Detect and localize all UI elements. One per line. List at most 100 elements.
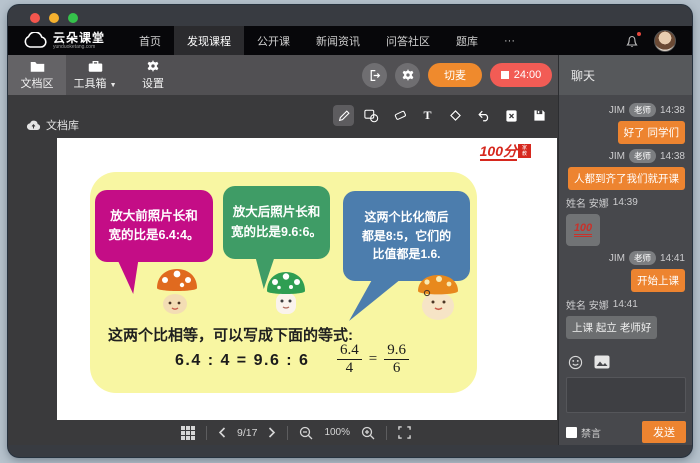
fullscreen-button[interactable] (398, 426, 411, 439)
zoom-in-button[interactable] (361, 426, 375, 440)
nav-item-question-bank[interactable]: 题库 (443, 26, 491, 55)
app-window: 云朵课堂 yunduoketang.com 首页 发现课程 公开课 新闻资讯 问… (8, 5, 692, 457)
exit-icon (368, 69, 381, 82)
pen-tool-button[interactable] (333, 105, 354, 126)
nav-item-news[interactable]: 新闻资讯 (303, 26, 373, 55)
slide-fraction-equation: 6.44 = 9.66 (337, 342, 409, 378)
tab-toolbox[interactable]: 工具箱 ▼ (66, 55, 124, 95)
sender-name: JIM (609, 151, 625, 162)
chat-message: JIM 老师 14:38 好了 同学们 (566, 103, 685, 144)
chat-header: 聊天 (559, 55, 692, 95)
chevron-down-icon: ▼ (110, 82, 117, 89)
zoom-level: 100% (324, 427, 350, 438)
clear-board-button[interactable] (501, 105, 522, 126)
chat-message: 姓名 安娜 14:41 上课 起立 老师好 (566, 297, 685, 339)
message-time: 14:41 (660, 253, 685, 264)
teacher-badge: 老师 (629, 149, 656, 163)
sender-name: 姓名 安娜 (566, 297, 609, 312)
slide-pager-bar: 9/17 100% (8, 420, 558, 445)
text-tool-button[interactable]: T (417, 105, 438, 126)
next-page-button[interactable] (268, 427, 276, 438)
undo-icon (477, 109, 491, 122)
maximize-window-button[interactable] (68, 13, 78, 23)
user-avatar[interactable] (654, 30, 676, 52)
send-button[interactable]: 发送 (642, 421, 686, 443)
message-bubble: 上课 起立 老师好 (566, 316, 657, 339)
nav-item-discover-courses[interactable]: 发现课程 (174, 26, 244, 55)
settings-button[interactable] (395, 63, 420, 88)
chevron-left-icon (218, 427, 226, 438)
tab-document-area[interactable]: 文档区 (8, 55, 66, 95)
shapes-tool-button[interactable] (361, 105, 382, 126)
chat-tools (568, 355, 610, 375)
gear-icon (146, 59, 160, 73)
document-library-button[interactable]: 文档库 (26, 117, 79, 133)
save-board-button[interactable] (529, 105, 550, 126)
nav-menu: 首页 发现课程 公开课 新闻资讯 问答社区 题库 ··· (126, 26, 528, 55)
message-time: 14:38 (660, 151, 685, 162)
tab-settings-label: 设置 (142, 75, 164, 91)
nav-item-open-classes[interactable]: 公开课 (244, 26, 303, 55)
brand-name: 云朵课堂 (53, 32, 105, 44)
slide-equation: 6.4 : 4 = 9.6 : 6 (175, 352, 309, 370)
hundred-points-sticker: 100 (574, 223, 592, 237)
slide-brand-badge: 家教 (518, 144, 531, 158)
notifications-bell-icon[interactable] (624, 33, 640, 49)
fullscreen-icon (398, 426, 411, 439)
image-icon (594, 355, 610, 369)
nav-item-more[interactable]: ··· (491, 26, 528, 55)
chevron-right-icon (268, 427, 276, 438)
send-image-button[interactable] (594, 355, 610, 375)
message-bubble: 人都到齐了我们就开课 (568, 167, 685, 190)
exit-classroom-button[interactable] (362, 63, 387, 88)
minimize-window-button[interactable] (49, 13, 59, 23)
message-bubble: 开始上课 (631, 269, 685, 292)
mute-label: 禁言 (581, 425, 601, 440)
class-timer-button[interactable]: 24:00 (490, 63, 552, 87)
shapes-icon (364, 109, 379, 123)
previous-page-button[interactable] (218, 427, 226, 438)
notification-dot (637, 32, 641, 36)
close-window-button[interactable] (30, 13, 40, 23)
zoom-in-icon (361, 426, 375, 440)
teacher-badge: 老师 (629, 103, 656, 117)
undo-button[interactable] (473, 105, 494, 126)
nav-item-home[interactable]: 首页 (126, 26, 174, 55)
speech-bubble-after: 放大后照片长和 宽的比是9.6:6。 (223, 186, 330, 259)
chat-message: JIM 老师 14:41 开始上课 (566, 251, 685, 292)
slide-brand-logo: 100分 家教 (480, 144, 531, 161)
timer-value: 24:00 (514, 69, 542, 81)
briefcase-icon (88, 60, 103, 73)
zoom-out-button[interactable] (299, 426, 313, 440)
sticker-bubble: 100 (566, 214, 600, 246)
nav-item-qa-community[interactable]: 问答社区 (373, 26, 443, 55)
tab-toolbox-label: 工具箱 ▼ (74, 75, 117, 91)
emoji-button[interactable] (568, 355, 583, 375)
chat-message: JIM 老师 14:38 人都到齐了我们就开课 (566, 149, 685, 190)
switch-mic-button[interactable]: 切麦 (428, 63, 482, 87)
top-navbar: 云朵课堂 yunduoketang.com 首页 发现课程 公开课 新闻资讯 问… (8, 26, 692, 55)
mute-all-checkbox[interactable]: 禁言 (566, 425, 601, 440)
speech-bubble-ratio: 这两个比化简后 都是8:5，它们的 比值都是1.6. (343, 191, 470, 281)
message-time: 14:41 (613, 299, 638, 310)
smiley-icon (568, 355, 583, 370)
tab-settings[interactable]: 设置 (124, 55, 182, 95)
laser-tool-button[interactable] (445, 105, 466, 126)
titlebar (8, 5, 692, 26)
slide-canvas[interactable]: 100分 家教 放大前照片长和 宽的比是6.4:4。 放大后照片长和 宽的比是9… (57, 138, 557, 420)
brand-logo[interactable]: 云朵课堂 yunduoketang.com (8, 32, 126, 50)
slide-caption: 这两个比相等，可以写成下面的等式: (108, 324, 353, 345)
teacher-badge: 老师 (629, 251, 656, 265)
message-time: 14:38 (660, 105, 685, 116)
sender-name: JIM (609, 105, 625, 116)
eraser-tool-button[interactable] (389, 105, 410, 126)
message-bubble: 好了 同学们 (618, 121, 685, 144)
sender-name: JIM (609, 253, 625, 264)
speech-bubble-before: 放大前照片长和 宽的比是6.4:4。 (95, 190, 213, 262)
thumbnails-grid-button[interactable] (181, 426, 195, 440)
grid-icon (181, 426, 195, 440)
chat-message-list[interactable]: JIM 老师 14:38 好了 同学们 JIM 老师 14:38 人都到齐了我们… (559, 95, 692, 353)
chat-input[interactable] (566, 377, 686, 413)
document-library-label: 文档库 (46, 117, 79, 133)
folder-icon (30, 60, 45, 73)
